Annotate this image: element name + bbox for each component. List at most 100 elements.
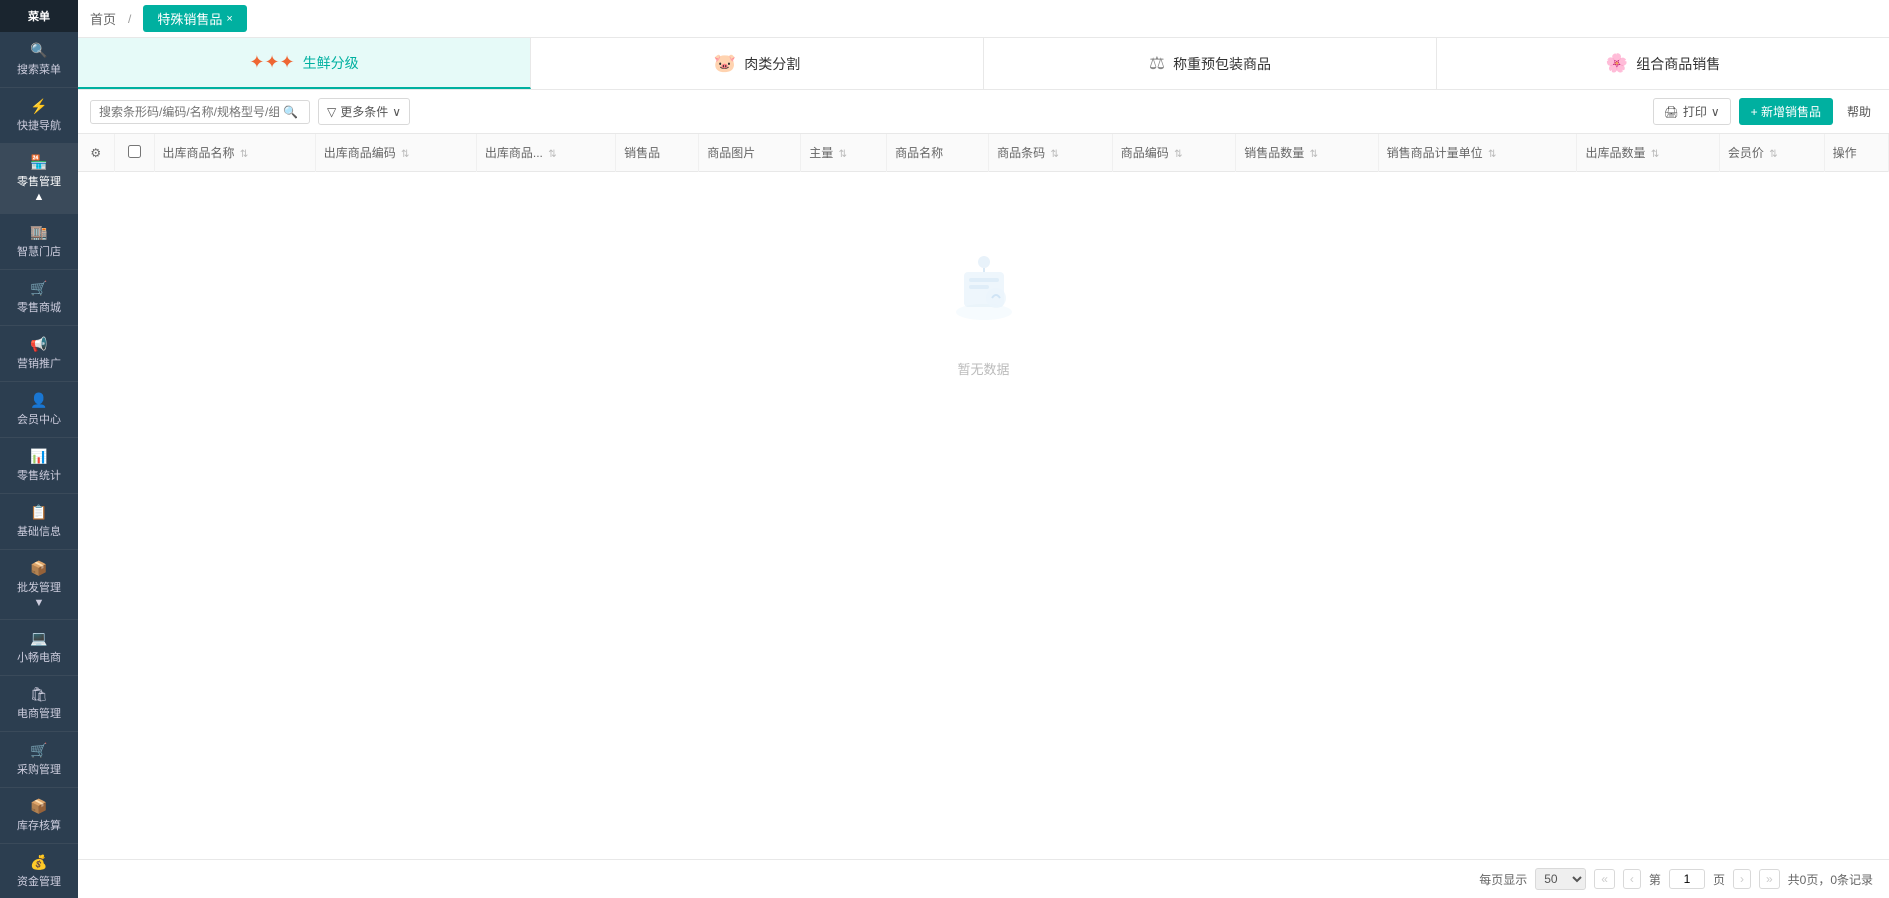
print-icon: 🖨 (1664, 105, 1679, 119)
sidebar-item-fund-mgmt[interactable]: 💰 资金管理 (0, 844, 78, 898)
sidebar-item-label: 零售统计 (17, 467, 61, 483)
sidebar-item-label: 智慧门店 (17, 243, 61, 259)
sidebar-item-retail-mall[interactable]: 🛒 零售商城 (0, 270, 78, 326)
filter-button[interactable]: ▽ 更多条件 ∨ (318, 98, 410, 125)
search-icon[interactable]: 🔍 (283, 105, 298, 119)
sidebar-item-label: 零售商城 (17, 299, 61, 315)
sidebar-item-label: 批发管理 (17, 579, 61, 595)
fresh-grade-icon: ✦✦✦ (249, 52, 294, 73)
toolbar: 🔍 ▽ 更多条件 ∨ 🖨 打印 ∨ + 新增销售品 帮助 (78, 90, 1889, 134)
prev-page-button[interactable]: ‹ (1623, 869, 1641, 889)
th-weight[interactable]: 主量 ⇅ (801, 134, 887, 172)
th-product-image[interactable]: 商品图片 (699, 134, 801, 172)
sidebar-item-smart-store[interactable]: 🏬 智慧门店 (0, 214, 78, 270)
sidebar-item-label: 电商管理 (17, 705, 61, 721)
tab-scale-prepack-label: 称重预包装商品 (1173, 54, 1271, 74)
th-setting[interactable]: ⚙ (78, 134, 114, 172)
add-product-button[interactable]: + 新增销售品 (1739, 98, 1833, 125)
th-member-price[interactable]: 会员价 ⇅ (1719, 134, 1824, 172)
sidebar-item-mini-ecom[interactable]: 💻 小畅电商 (0, 620, 78, 676)
th-product-barcode-label: 商品条码 (997, 146, 1045, 160)
sidebar-item-label: 小畅电商 (17, 649, 61, 665)
sidebar-item-quick-nav[interactable]: ⚡ 快捷导航 (0, 88, 78, 144)
search-menu-icon: 🔍 (30, 42, 47, 59)
th-actions-label: 操作 (1833, 146, 1857, 160)
th-sale-qty[interactable]: 销售品数量 ⇅ (1236, 134, 1378, 172)
empty-state: 暂无数据 (78, 172, 1889, 458)
search-box[interactable]: 🔍 (90, 100, 310, 124)
sidebar-item-wholesale-mgmt[interactable]: 📦 批发管理 ▼ (0, 550, 78, 620)
print-button[interactable]: 🖨 打印 ∨ (1653, 98, 1731, 125)
th-out-qty[interactable]: 出库品数量 ⇅ (1577, 134, 1719, 172)
scale-prepack-icon: ⚖ (1149, 53, 1165, 74)
tab-close-button[interactable]: × (226, 13, 232, 25)
next-page-button[interactable]: › (1733, 869, 1751, 889)
sort-icon[interactable]: ⇅ (1651, 149, 1659, 160)
filter-label: 更多条件 (340, 103, 388, 120)
sort-icon[interactable]: ⇅ (240, 149, 248, 160)
column-settings-icon[interactable]: ⚙ (90, 146, 101, 160)
tab-scale-prepack[interactable]: ⚖ 称重预包装商品 (984, 38, 1437, 89)
tab-combo-sale[interactable]: 🌸 组合商品销售 (1437, 38, 1889, 89)
th-checkbox[interactable] (114, 134, 154, 172)
help-button[interactable]: 帮助 (1841, 99, 1877, 124)
th-out-product-name[interactable]: 出库商品名称 ⇅ (154, 134, 315, 172)
sort-icon[interactable]: ⇅ (401, 149, 409, 160)
first-page-button[interactable]: « (1594, 869, 1615, 889)
sort-icon[interactable]: ⇅ (1488, 149, 1496, 160)
sort-icon[interactable]: ⇅ (1051, 149, 1059, 160)
page-size-label: 每页显示 (1479, 871, 1527, 888)
th-product-name[interactable]: 商品名称 (887, 134, 989, 172)
th-out-product-code[interactable]: 出库商品编码 ⇅ (315, 134, 476, 172)
ecom-mgmt-icon: 🛍 (30, 686, 48, 703)
sort-icon[interactable]: ⇅ (1769, 149, 1777, 160)
last-page-button[interactable]: » (1759, 869, 1780, 889)
retail-stats-icon: 📊 (30, 448, 47, 465)
th-out-product-name-label: 出库商品名称 (163, 146, 235, 160)
sidebar-item-stock-check[interactable]: 📦 库存核算 (0, 788, 78, 844)
th-actions: 操作 (1824, 134, 1888, 172)
sidebar-item-label: 基础信息 (17, 523, 61, 539)
tab-combo-sale-label: 组合商品销售 (1636, 54, 1720, 74)
stock-check-icon: 📦 (30, 798, 47, 815)
purchase-mgmt-icon: 🛒 (30, 742, 47, 759)
page-input[interactable] (1669, 869, 1705, 889)
tab-meat-cut-label: 肉类分割 (744, 54, 800, 74)
sidebar-item-search-menu[interactable]: 🔍 搜索菜单 (0, 32, 78, 88)
th-product-barcode[interactable]: 商品条码 ⇅ (989, 134, 1113, 172)
page-size-select[interactable]: 50 10 20 100 (1535, 868, 1586, 890)
th-product-code[interactable]: 商品编码 ⇅ (1112, 134, 1236, 172)
tab-meat-cut[interactable]: 🐷 肉类分割 (531, 38, 984, 89)
sort-icon[interactable]: ⇅ (548, 149, 556, 160)
sort-icon[interactable]: ⇅ (1174, 149, 1182, 160)
breadcrumb-home[interactable]: 首页 (90, 9, 116, 28)
toolbar-right: 🖨 打印 ∨ + 新增销售品 帮助 (1653, 98, 1877, 125)
tab-label: 特殊销售品 (157, 9, 222, 28)
th-sale-product[interactable]: 销售品 (616, 134, 699, 172)
sidebar-item-purchase-mgmt[interactable]: 🛒 采购管理 (0, 732, 78, 788)
th-out-qty-label: 出库品数量 (1585, 146, 1645, 160)
sidebar-item-sales-promo[interactable]: 📢 营销推广 (0, 326, 78, 382)
fund-mgmt-icon: 💰 (30, 854, 47, 871)
th-sale-unit[interactable]: 销售商品计量单位 ⇅ (1378, 134, 1577, 172)
print-dropdown-icon: ∨ (1711, 105, 1720, 119)
sort-icon[interactable]: ⇅ (1310, 149, 1318, 160)
filter-icon: ▽ (327, 105, 336, 119)
sidebar-item-retail-mgmt[interactable]: 🏪 零售管理 ▲ (0, 144, 78, 214)
th-out-product-more[interactable]: 出库商品... ⇅ (476, 134, 615, 172)
tab-special-sales[interactable]: 特殊销售品 × (143, 5, 246, 32)
th-sale-unit-label: 销售商品计量单位 (1387, 146, 1483, 160)
sidebar-item-member-center[interactable]: 👤 会员中心 (0, 382, 78, 438)
sidebar-item-ecom-mgmt[interactable]: 🛍 电商管理 (0, 676, 78, 732)
product-table: ⚙ 出库商品名称 ⇅ 出库商品编码 ⇅ (78, 134, 1889, 172)
sidebar-item-basic-info[interactable]: 📋 基础信息 (0, 494, 78, 550)
combo-sale-icon: 🌸 (1606, 53, 1628, 74)
th-sale-qty-label: 销售品数量 (1244, 146, 1304, 160)
select-all-checkbox[interactable] (128, 145, 141, 158)
sidebar-item-retail-stats[interactable]: 📊 零售统计 (0, 438, 78, 494)
search-input[interactable] (99, 105, 279, 119)
sort-icon[interactable]: ⇅ (839, 149, 847, 160)
sidebar-item-label: 搜索菜单 (17, 61, 61, 77)
th-product-name-label: 商品名称 (895, 146, 943, 160)
tab-fresh-grade[interactable]: ✦✦✦ 生鲜分级 (78, 38, 531, 89)
